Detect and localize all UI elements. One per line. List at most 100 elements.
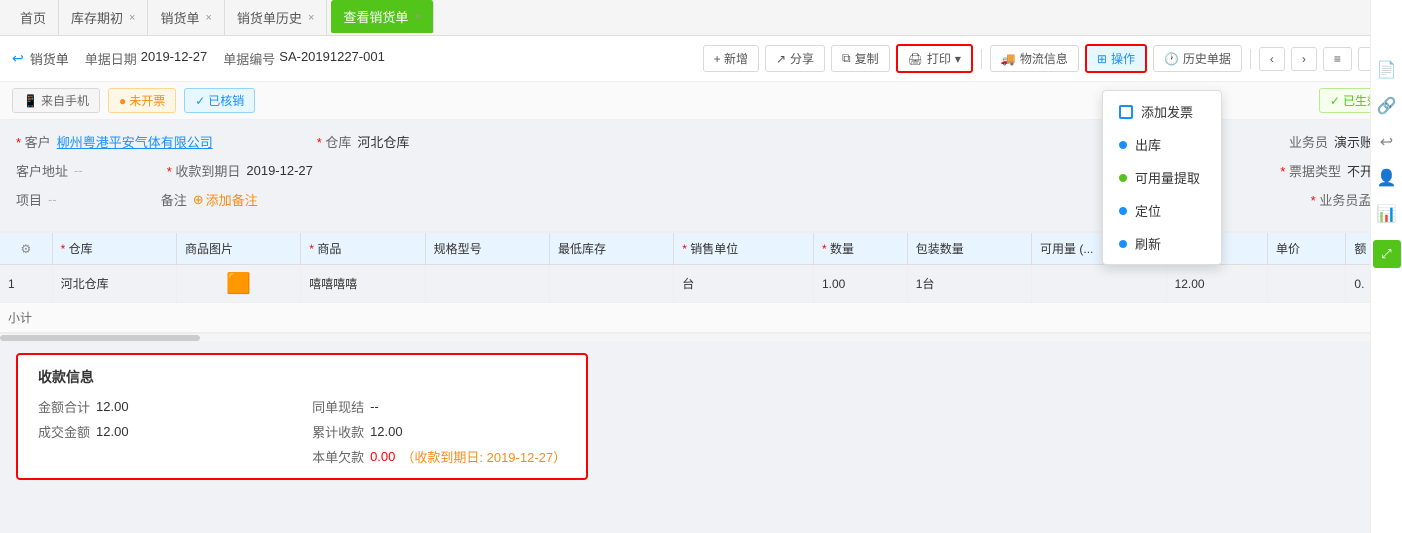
plus-icon: ⊕ <box>193 192 204 208</box>
payment-row-2-left: 成交金额 12.00 <box>38 422 292 441</box>
new-button[interactable]: + 新增 <box>703 45 759 72</box>
sidebar-chart-icon[interactable]: 📊 <box>1377 204 1397 224</box>
payment-info-box: 收款信息 金额合计 12.00 同单现结 -- 成交金额 12.00 累计收款 … <box>16 353 588 480</box>
add-invoice-icon <box>1119 105 1133 119</box>
unit-col-header: 销售单位 <box>674 233 814 265</box>
tab-sales-history-close[interactable]: × <box>308 12 314 24</box>
subtotal-row: 小计 <box>0 303 1402 333</box>
scroll-area[interactable] <box>0 333 1402 341</box>
dropdown-add-invoice[interactable]: 添加发票 <box>1103 95 1221 128</box>
project-field: 项目 -- <box>16 190 57 209</box>
doc-type: ↩ 销货单 <box>12 49 69 68</box>
print-button[interactable]: 🖨 打印 ▾ <box>896 44 973 73</box>
sidebar-expand-icon[interactable]: ⤢ <box>1373 240 1401 268</box>
pack-qty-col-header: 包装数量 <box>907 233 1031 265</box>
extract-icon <box>1119 174 1127 182</box>
sidebar-return-icon[interactable]: ↩ <box>1380 132 1393 152</box>
row-warehouse: 河北仓库 <box>52 265 176 303</box>
tab-bar: 首页 库存期初 × 销货单 × 销货单历史 × 查看销货单 × × <box>0 0 1402 36</box>
row-product: 嘻嘻嘻嘻 <box>301 265 425 303</box>
warehouse-value: 河北仓库 <box>357 132 409 151</box>
table-row: 1 河北仓库 🟧 嘻嘻嘻嘻 台 1.00 1台 12.00 0. <box>0 265 1402 303</box>
unit-price-col-header: 单价 <box>1267 233 1345 265</box>
payment-row-3-left <box>38 447 292 466</box>
customer-value[interactable]: 柳州粤港平安气体有限公司 <box>57 132 213 151</box>
doc-number-field: 单据编号 SA-20191227-001 <box>223 49 385 68</box>
print-dropdown-arrow: ▾ <box>955 52 961 66</box>
tab-sales-history[interactable]: 销货单历史 × <box>225 0 327 35</box>
history-icon: 🕐 <box>1164 52 1179 66</box>
warehouse-col-header: 仓库 <box>52 233 176 265</box>
tab-sales[interactable]: 销货单 × <box>148 0 224 35</box>
dropdown-outbound[interactable]: 出库 <box>1103 128 1221 161</box>
doc-header: ↩ 销货单 单据日期 2019-12-27 单据编号 SA-20191227-0… <box>0 36 1402 82</box>
logistics-icon: 🚚 <box>1001 52 1016 66</box>
payment-row-1-left: 金额合计 12.00 <box>38 397 292 416</box>
note-field: 备注 ⊕ 添加备注 <box>161 190 258 209</box>
copy-icon: ⧉ <box>842 51 851 66</box>
share-button[interactable]: ↗ 分享 <box>765 45 825 72</box>
right-sidebar: 📄 🔗 ↩ 👤 📊 ⤢ <box>1370 0 1402 533</box>
dropdown-refresh[interactable]: 刷新 <box>1103 227 1221 260</box>
address-value: -- <box>74 163 83 178</box>
share-icon: ↗ <box>776 52 786 66</box>
settings-col-header[interactable]: ⚙ <box>0 233 52 265</box>
qty-col-header: 数量 <box>813 233 907 265</box>
nav-next-button[interactable]: › <box>1291 47 1317 71</box>
spec-col-header: 规格型号 <box>425 233 549 265</box>
sidebar-user-icon[interactable]: 👤 <box>1377 168 1397 188</box>
print-icon: 🖨 <box>908 52 923 66</box>
due-date-field: 收款到期日 2019-12-27 <box>167 161 313 180</box>
logistics-button[interactable]: 🚚 物流信息 <box>990 45 1079 72</box>
doc-meta: 单据日期 2019-12-27 单据编号 SA-20191227-001 <box>85 49 385 68</box>
ticket-icon: ● <box>119 94 126 108</box>
doc-icon: ↩ <box>12 50 24 67</box>
operation-button[interactable]: ⊞ 操作 <box>1085 44 1147 73</box>
dropdown-locate[interactable]: 定位 <box>1103 194 1221 227</box>
image-col-header: 商品图片 <box>176 233 300 265</box>
min-stock-col-header: 最低库存 <box>549 233 673 265</box>
sidebar-link-icon[interactable]: 🔗 <box>1377 96 1397 116</box>
row-min-stock <box>549 265 673 303</box>
confirm-button[interactable]: ✓ 已核销 <box>184 88 255 113</box>
operation-dropdown: 添加发票 出库 可用量提取 定位 刷新 <box>1102 90 1222 265</box>
add-note-button[interactable]: ⊕ 添加备注 <box>193 190 258 209</box>
refresh-icon <box>1119 240 1127 248</box>
copy-button[interactable]: ⧉ 复制 <box>831 45 890 72</box>
due-date-value: 2019-12-27 <box>246 163 313 178</box>
operation-icon: ⊞ <box>1097 52 1107 66</box>
history-button[interactable]: 🕐 历史单据 <box>1153 45 1242 72</box>
nav-prev-button[interactable]: ‹ <box>1259 47 1285 71</box>
divider <box>981 49 982 69</box>
confirm-icon: ✓ <box>195 94 205 108</box>
outbound-icon <box>1119 141 1127 149</box>
view-list-button[interactable]: ≡ <box>1323 47 1352 71</box>
row-stock: 12.00 <box>1166 265 1267 303</box>
row-unit-price <box>1267 265 1345 303</box>
effective-icon: ✓ <box>1330 94 1340 108</box>
scroll-thumb[interactable] <box>0 335 200 341</box>
project-value: -- <box>48 192 57 207</box>
sidebar-doc-icon[interactable]: 📄 <box>1377 60 1397 80</box>
not-open-button[interactable]: ● 未开票 <box>108 88 176 113</box>
tab-inventory[interactable]: 库存期初 × <box>59 0 148 35</box>
dropdown-available-extract[interactable]: 可用量提取 <box>1103 161 1221 194</box>
address-field: 客户地址 -- <box>16 161 83 180</box>
from-mobile-button[interactable]: 📱 来自手机 <box>12 88 100 113</box>
tab-view-sales-close[interactable]: × <box>414 11 420 23</box>
row-spec <box>425 265 549 303</box>
tab-inventory-close[interactable]: × <box>129 12 135 24</box>
tab-home[interactable]: 首页 <box>8 0 59 35</box>
customer-field: 客户 柳州粤港平安气体有限公司 <box>16 132 213 151</box>
bottom-section: 收款信息 金额合计 12.00 同单现结 -- 成交金额 12.00 累计收款 … <box>0 341 1402 492</box>
product-col-header: 商品 <box>301 233 425 265</box>
subtotal-label: 小计 <box>0 303 1402 333</box>
row-available <box>1032 265 1167 303</box>
payment-row-3-right: 本单欠款 0.00 （收款到期日: 2019-12-27） <box>312 447 566 466</box>
row-image: 🟧 <box>176 265 300 303</box>
row-num: 1 <box>0 265 52 303</box>
row-unit: 台 <box>674 265 814 303</box>
tab-sales-close[interactable]: × <box>205 12 211 24</box>
tab-view-sales[interactable]: 查看销货单 × <box>331 0 433 35</box>
header-actions: + 新增 ↗ 分享 ⧉ 复制 🖨 打印 ▾ 🚚 物流信息 ⊞ 操作 <box>703 44 1390 73</box>
